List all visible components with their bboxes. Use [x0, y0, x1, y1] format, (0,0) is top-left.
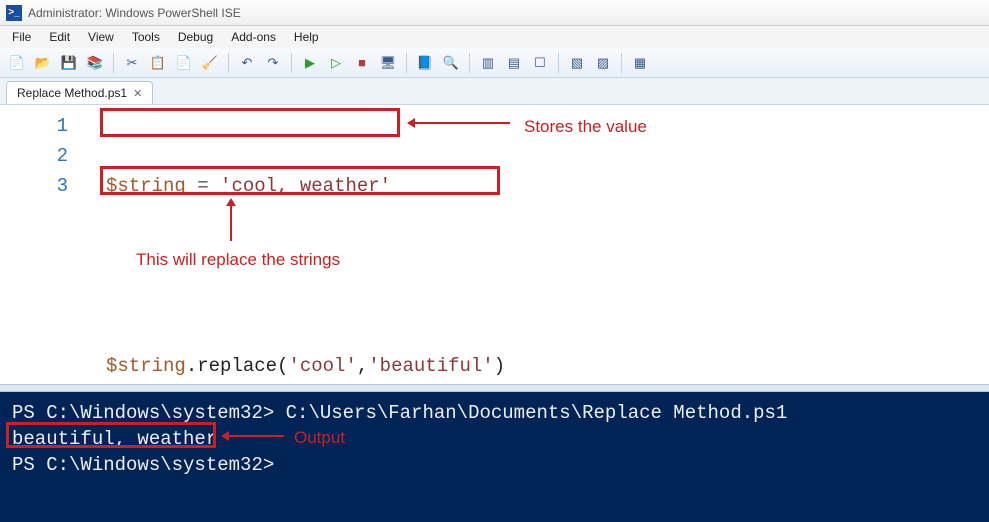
line-gutter: 1 2 3	[0, 111, 86, 201]
menubar: File Edit View Tools Debug Add-ons Help	[0, 26, 989, 48]
line-number: 2	[0, 141, 86, 171]
menu-file[interactable]: File	[4, 28, 39, 46]
paste-icon[interactable]: 📄	[173, 52, 195, 74]
token-method: .replace(	[186, 355, 289, 377]
annotation-arrow-2	[230, 201, 232, 241]
line-number: 3	[0, 171, 86, 201]
annotation-box-output	[6, 422, 216, 448]
close-icon[interactable]: ✕	[133, 87, 142, 100]
separator	[228, 53, 229, 73]
find-icon[interactable]: 🔍	[440, 52, 462, 74]
menu-view[interactable]: View	[80, 28, 122, 46]
copy-icon[interactable]: 📋	[147, 52, 169, 74]
pane1-icon[interactable]: ▥	[477, 52, 499, 74]
save-icon[interactable]: 💾	[58, 52, 80, 74]
annotation-stores: Stores the value	[524, 112, 647, 142]
menu-tools[interactable]: Tools	[124, 28, 168, 46]
token-string: 'beautiful'	[368, 355, 493, 377]
menu-edit[interactable]: Edit	[41, 28, 78, 46]
saveall-icon[interactable]: 📚	[84, 52, 106, 74]
separator	[113, 53, 114, 73]
separator	[406, 53, 407, 73]
toolbar: 📄 📂 💾 📚 ✂ 📋 📄 🧹 ↶ ↷ ▶ ▷ ■ 🖥 📘 🔍 ▥ ▤ ☐ ▧ …	[0, 48, 989, 78]
annotation-arrow-output	[224, 435, 284, 437]
annotation-box-2	[100, 166, 500, 195]
redo-icon[interactable]: ↷	[262, 52, 284, 74]
remote-icon[interactable]: 🖥	[377, 52, 399, 74]
tabstrip: Replace Method.ps1 ✕	[0, 78, 989, 104]
window-title: Administrator: Windows PowerShell ISE	[28, 6, 241, 20]
separator	[469, 53, 470, 73]
menu-addons[interactable]: Add-ons	[223, 28, 284, 46]
run-icon[interactable]: ▶	[299, 52, 321, 74]
pane2-icon[interactable]: ▤	[503, 52, 525, 74]
undo-icon[interactable]: ↶	[236, 52, 258, 74]
titlebar: >_ Administrator: Windows PowerShell ISE	[0, 0, 989, 26]
new-icon[interactable]: 📄	[6, 52, 28, 74]
tab-replace-method[interactable]: Replace Method.ps1 ✕	[6, 81, 153, 104]
menu-help[interactable]: Help	[286, 28, 327, 46]
powershell-icon: >_	[6, 5, 22, 21]
line-number: 1	[0, 111, 86, 141]
code-line-3: $string.replace('cool','beautiful')	[106, 351, 505, 381]
annotation-replace: This will replace the strings	[136, 245, 340, 275]
token-string: 'cool'	[288, 355, 356, 377]
separator	[558, 53, 559, 73]
stop-icon[interactable]: ■	[351, 52, 373, 74]
token-paren: )	[494, 355, 505, 377]
clear-icon[interactable]: 🧹	[199, 52, 221, 74]
separator	[291, 53, 292, 73]
editor-pane[interactable]: 1 2 3 $string = 'cool, weather' $string.…	[0, 104, 989, 384]
pane4-icon[interactable]: ▧	[566, 52, 588, 74]
menu-debug[interactable]: Debug	[170, 28, 221, 46]
console-prompt: PS C:\Windows\system32>	[12, 452, 977, 478]
runselection-icon[interactable]: ▷	[325, 52, 347, 74]
annotation-output: Output	[294, 425, 345, 451]
token-variable: $string	[106, 355, 186, 377]
console-pane[interactable]: PS C:\Windows\system32> C:\Users\Farhan\…	[0, 392, 989, 522]
cut-icon[interactable]: ✂	[121, 52, 143, 74]
token-comma: ,	[357, 355, 368, 377]
open-icon[interactable]: 📂	[32, 52, 54, 74]
separator	[621, 53, 622, 73]
pane3-icon[interactable]: ☐	[529, 52, 551, 74]
tab-label: Replace Method.ps1	[17, 86, 127, 100]
annotation-box-1	[100, 108, 400, 137]
annotation-arrow-1	[410, 122, 510, 124]
cmd-icon[interactable]: 📘	[414, 52, 436, 74]
pane5-icon[interactable]: ▨	[592, 52, 614, 74]
pane6-icon[interactable]: ▦	[629, 52, 651, 74]
